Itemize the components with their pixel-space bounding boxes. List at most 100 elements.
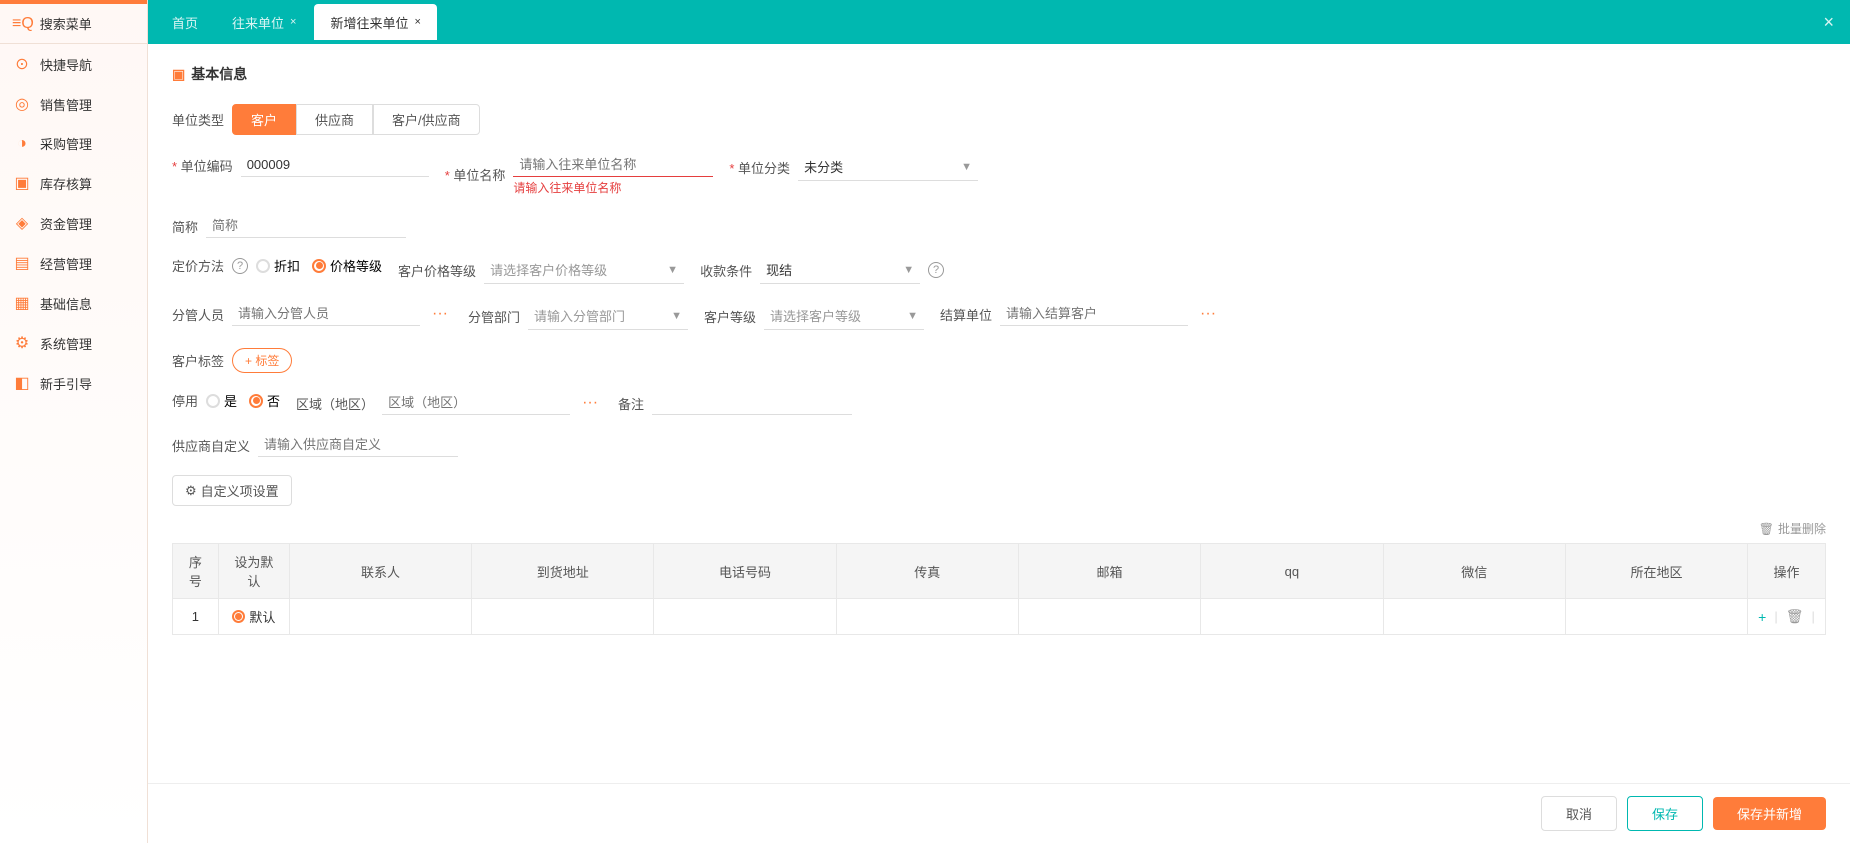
payment-terms-field: 收款条件 现结 ▼ ? <box>700 256 944 284</box>
sidebar-item-sales[interactable]: ◎ 销售管理 <box>0 84 147 124</box>
cell-email[interactable] <box>1018 599 1200 635</box>
manager-label: 分管人员 <box>172 305 224 324</box>
search-menu-label: 搜索菜单 <box>40 14 92 33</box>
tab-new-partner[interactable]: 新增往来单位 × <box>314 4 436 40</box>
manager-more-btn[interactable]: ··· <box>428 305 452 323</box>
tab-partners-close[interactable]: × <box>290 16 296 28</box>
email-input[interactable] <box>1029 609 1190 624</box>
unit-btn-both[interactable]: 客户/供应商 <box>373 104 480 135</box>
remark-field: 备注 <box>618 391 852 415</box>
disabled-yes-circle <box>206 394 220 408</box>
settlement-unit-label: 结算单位 <box>940 305 992 324</box>
cell-address[interactable] <box>472 599 654 635</box>
cell-wechat[interactable] <box>1383 599 1565 635</box>
unit-btn-supplier[interactable]: 供应商 <box>296 104 373 135</box>
col-region: 所在地区 <box>1565 544 1747 599</box>
cell-region[interactable] <box>1565 599 1747 635</box>
settlement-unit-more-btn[interactable]: ··· <box>1196 305 1220 323</box>
disabled-label: 停用 <box>172 391 198 410</box>
fax-input[interactable] <box>847 609 1008 624</box>
phone-input[interactable] <box>664 609 825 624</box>
cell-phone[interactable] <box>654 599 836 635</box>
section-title-text: 基本信息 <box>191 64 247 84</box>
customer-price-level-select[interactable]: 请选择客户价格等级 ▼ <box>484 256 684 284</box>
unit-category-field: 单位分类 未分类 ▼ <box>729 153 978 181</box>
system-icon: ⚙ <box>12 333 32 353</box>
cell-fax[interactable] <box>836 599 1018 635</box>
disabled-region-row: 停用 是 否 区域（地区） ··· 备注 <box>172 391 1826 415</box>
disabled-yes[interactable]: 是 <box>206 391 237 410</box>
sidebar-item-purchase[interactable]: ◑ 采购管理 <box>0 124 147 163</box>
col-phone: 电话号码 <box>654 544 836 599</box>
customer-level-select[interactable]: 请选择客户等级 ▼ <box>764 302 924 330</box>
sidebar-item-basic[interactable]: ▦ 基础信息 <box>0 283 147 323</box>
contact-input[interactable] <box>300 609 461 624</box>
supplier-custom-field: 供应商自定义 <box>172 433 458 457</box>
region-cell-input[interactable] <box>1576 609 1737 624</box>
main-close-button[interactable]: × <box>1815 12 1842 33</box>
payment-terms-select[interactable]: 现结 ▼ <box>760 256 920 284</box>
abbreviation-row: 简称 <box>172 214 1826 238</box>
manager-field: 分管人员 ··· <box>172 302 452 326</box>
row-default-radio[interactable] <box>232 610 245 623</box>
col-contact: 联系人 <box>289 544 471 599</box>
customer-tag-field: 客户标签 + 标签 <box>172 348 292 373</box>
sidebar: ≡Q 搜索菜单 ⊙ 快捷导航 ◎ 销售管理 ◑ 采购管理 ▣ 库存核算 ◈ 资金… <box>0 0 148 843</box>
abbreviation-input[interactable] <box>206 214 406 238</box>
cancel-button[interactable]: 取消 <box>1541 796 1617 831</box>
cell-qq[interactable] <box>1201 599 1383 635</box>
pricing-help-icon[interactable]: ? <box>232 258 248 274</box>
sidebar-label-operation: 经营管理 <box>40 254 92 273</box>
customer-tag-label: 客户标签 <box>172 351 224 370</box>
sidebar-item-system[interactable]: ⚙ 系统管理 <box>0 323 147 363</box>
customer-price-level-value: 请选择客户价格等级 <box>490 260 663 279</box>
operation-icon: ▤ <box>12 253 32 273</box>
customer-price-level-label: 客户价格等级 <box>398 261 476 280</box>
payment-terms-help-icon[interactable]: ? <box>928 262 944 278</box>
cell-contact[interactable] <box>289 599 471 635</box>
region-input[interactable] <box>382 391 570 415</box>
section-icon: ▣ <box>172 66 185 83</box>
customer-price-level-arrow: ▼ <box>667 264 678 276</box>
tab-home[interactable]: 首页 <box>156 4 214 40</box>
search-menu-button[interactable]: ≡Q 搜索菜单 <box>0 4 147 44</box>
remark-input[interactable] <box>652 391 852 415</box>
abbreviation-field: 简称 <box>172 214 406 238</box>
tag-add-button[interactable]: + 标签 <box>232 348 292 373</box>
pricing-radio-price-level[interactable]: 价格等级 <box>312 256 382 275</box>
qq-input[interactable] <box>1211 609 1372 624</box>
batch-delete-button[interactable]: 🗑 批量删除 <box>1759 520 1826 537</box>
pricing-radio-discount[interactable]: 折扣 <box>256 256 300 275</box>
cell-default: 默认 <box>218 599 289 635</box>
unit-btn-customer[interactable]: 客户 <box>232 104 296 135</box>
tab-partners[interactable]: 往来单位 × <box>216 4 312 40</box>
manager-input[interactable] <box>232 302 420 326</box>
custom-settings-button[interactable]: ⚙ 自定义项设置 <box>172 475 292 506</box>
disabled-no[interactable]: 否 <box>249 391 280 410</box>
sidebar-item-quick-nav[interactable]: ⊙ 快捷导航 <box>0 44 147 84</box>
settlement-unit-input[interactable] <box>1000 302 1188 326</box>
supplier-custom-input[interactable] <box>258 433 458 457</box>
sidebar-item-inventory[interactable]: ▣ 库存核算 <box>0 163 147 203</box>
department-select[interactable]: 请输入分管部门 ▼ <box>528 302 688 330</box>
unit-name-input[interactable] <box>513 153 713 177</box>
col-seq: 序号 <box>173 544 219 599</box>
address-input[interactable] <box>482 609 643 624</box>
sidebar-item-newuser[interactable]: ◧ 新手引导 <box>0 363 147 403</box>
save-new-button[interactable]: 保存并新增 <box>1713 797 1826 830</box>
main-content: 首页 往来单位 × 新增往来单位 × × ▣ 基本信息 单位类型 客户 供应商 … <box>148 0 1850 843</box>
tab-new-partner-close[interactable]: × <box>414 16 420 28</box>
sidebar-item-operation[interactable]: ▤ 经营管理 <box>0 243 147 283</box>
region-more-btn[interactable]: ··· <box>578 394 602 412</box>
unit-category-select[interactable]: 未分类 ▼ <box>798 153 978 181</box>
department-field: 分管部门 请输入分管部门 ▼ <box>468 302 688 330</box>
save-button[interactable]: 保存 <box>1627 796 1703 831</box>
col-wechat: 微信 <box>1383 544 1565 599</box>
pricing-method-field: 定价方法 ? 折扣 价格等级 <box>172 256 382 275</box>
delete-row-icon[interactable]: 🗑 <box>1786 608 1804 625</box>
unit-code-input[interactable] <box>241 153 429 177</box>
sidebar-item-finance[interactable]: ◈ 资金管理 <box>0 203 147 243</box>
wechat-input[interactable] <box>1394 609 1555 624</box>
add-row-icon[interactable]: + <box>1758 609 1766 625</box>
sidebar-label-finance: 资金管理 <box>40 214 92 233</box>
